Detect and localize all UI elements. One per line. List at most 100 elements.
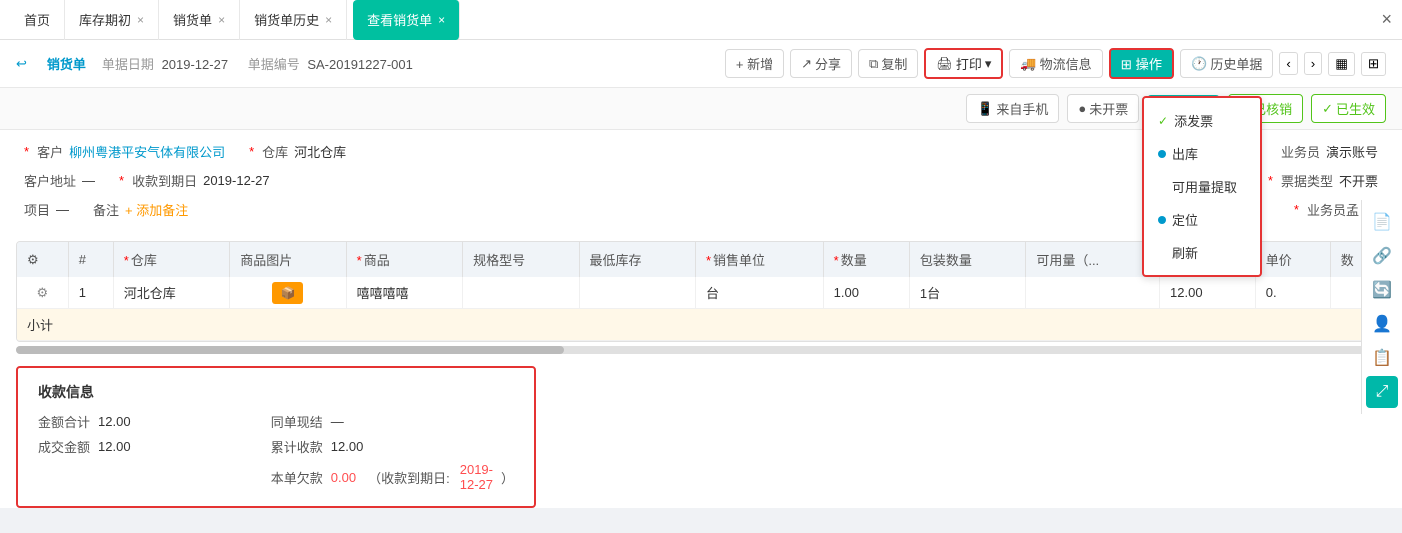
grid2-button[interactable]: ⊞ bbox=[1361, 52, 1386, 76]
dropdown-refresh[interactable]: 刷新 bbox=[1144, 236, 1260, 269]
tab-inventory-close[interactable]: × bbox=[137, 13, 144, 27]
row-unit: 台 bbox=[695, 277, 823, 309]
staff-label: 业务员 bbox=[1281, 142, 1320, 161]
subtotal-row: 小计 bbox=[17, 309, 1385, 341]
dropdown-outbound[interactable]: 出库 bbox=[1144, 137, 1260, 170]
tab-history-label: 销货单历史 bbox=[254, 10, 319, 29]
operation-button[interactable]: ⊞ 操作 bbox=[1109, 48, 1175, 79]
row-gear[interactable]: ⚙ bbox=[17, 277, 68, 309]
staff2-label: 业务员孟 bbox=[1307, 200, 1359, 219]
col-model: 规格型号 bbox=[463, 242, 579, 277]
add-note-button[interactable]: + 添加备注 bbox=[125, 200, 188, 219]
history-button[interactable]: 🕐 历史单据 bbox=[1180, 49, 1273, 78]
cumulative-value: 12.00 bbox=[331, 439, 364, 454]
tab-sales[interactable]: 销货单 × bbox=[159, 0, 240, 40]
print-icon: 🖨 bbox=[936, 56, 953, 72]
tab-inventory-label: 库存期初 bbox=[79, 10, 131, 29]
tab-inventory[interactable]: 库存期初 × bbox=[65, 0, 159, 40]
copy-button[interactable]: ⧉ 复制 bbox=[858, 49, 918, 78]
next-button[interactable]: › bbox=[1304, 52, 1322, 75]
tab-history[interactable]: 销货单历史 × bbox=[240, 0, 347, 40]
project-value: — bbox=[56, 202, 69, 217]
payment-grid: 金额合计 12.00 成交金额 12.00 同单现结 — 累计收款 12.00 bbox=[38, 412, 514, 492]
warehouse-required: * bbox=[249, 144, 254, 159]
logistics-button[interactable]: 🚚 物流信息 bbox=[1009, 49, 1102, 78]
right-panel: 📄 🔗 🔄 👤 📋 ⤢ bbox=[1361, 200, 1402, 414]
col-product: 商品 bbox=[346, 242, 462, 277]
payment-right: 同单现结 — 累计收款 12.00 本单欠款 0.00 （收款到期日: 2019… bbox=[271, 412, 514, 492]
side-icon-user[interactable]: 👤 bbox=[1366, 308, 1398, 340]
payment-date-value: 2019-12-27 bbox=[203, 173, 270, 188]
tab-home[interactable]: 首页 bbox=[10, 0, 65, 40]
print-dropdown-arrow[interactable]: ▾ bbox=[985, 56, 992, 72]
doc-icon: ↩ bbox=[16, 56, 27, 72]
staff-field: 业务员 演示账号 bbox=[1281, 142, 1378, 161]
ticket-type-field: * 票据类型 不开票 bbox=[1268, 171, 1378, 190]
effective-icon: ✓ bbox=[1322, 101, 1333, 117]
invoice-status-button[interactable]: ● 未开票 bbox=[1067, 94, 1139, 123]
side-icon-list[interactable]: 📋 bbox=[1366, 342, 1398, 374]
add-invoice-label: 添发票 bbox=[1174, 111, 1213, 130]
history-icon: 🕐 bbox=[1191, 56, 1207, 72]
cumulative-row: 累计收款 12.00 bbox=[271, 437, 514, 456]
date-label: 单据日期 bbox=[102, 57, 154, 72]
arrears-label: 本单欠款 bbox=[271, 468, 323, 487]
dropdown-add-invoice[interactable]: ✓ 添发票 bbox=[1144, 104, 1260, 137]
share-button[interactable]: ↗ 分享 bbox=[790, 49, 852, 78]
address-value: — bbox=[82, 173, 95, 188]
new-button[interactable]: + 新增 bbox=[725, 49, 784, 78]
amount-row: 金额合计 12.00 bbox=[38, 412, 231, 431]
tab-view-sales[interactable]: 查看销货单 × bbox=[353, 0, 460, 40]
customer-field: * 客户 柳州粤港平安气体有限公司 bbox=[24, 142, 225, 161]
transaction-label: 成交金额 bbox=[38, 437, 90, 456]
side-icon-expand[interactable]: ⤢ bbox=[1366, 376, 1398, 408]
col-unit: 销售单位 bbox=[695, 242, 823, 277]
ticket-value: 不开票 bbox=[1339, 171, 1378, 190]
row-available bbox=[1026, 277, 1160, 309]
window-close-btn[interactable]: × bbox=[1381, 9, 1392, 30]
cumulative-label: 累计收款 bbox=[271, 437, 323, 456]
remark-field: 备注 + 添加备注 bbox=[93, 200, 188, 219]
subtotal-label: 小计 bbox=[17, 309, 1385, 341]
grid1-button[interactable]: ▦ bbox=[1328, 52, 1355, 76]
arrears-value: 0.00 bbox=[331, 470, 356, 485]
dropdown-available-qty[interactable]: 可用量提取 bbox=[1144, 170, 1260, 203]
tab-history-close[interactable]: × bbox=[325, 13, 332, 27]
print-button[interactable]: 🖨 打印 ▾ bbox=[924, 48, 1003, 79]
side-icon-link[interactable]: 🔗 bbox=[1366, 240, 1398, 272]
side-icon-doc[interactable]: 📄 bbox=[1366, 206, 1398, 238]
col-quantity: 数量 bbox=[823, 242, 909, 277]
arrears-date: 2019-12-27 bbox=[460, 462, 493, 492]
side-icon-refresh[interactable]: 🔄 bbox=[1366, 274, 1398, 306]
project-label: 项目 bbox=[24, 200, 50, 219]
amount-value: 12.00 bbox=[98, 414, 131, 429]
row-stock: 12.00 bbox=[1160, 277, 1256, 309]
doc-title-row: ↩ 销货单 单据日期 2019-12-27 单据编号 SA-20191227-0… bbox=[16, 54, 425, 73]
transaction-row: 成交金额 12.00 bbox=[38, 437, 231, 456]
transaction-value: 12.00 bbox=[98, 439, 131, 454]
effective-button[interactable]: ✓ 已生效 bbox=[1311, 94, 1386, 123]
staff2-required: * bbox=[1294, 202, 1299, 217]
operation-dropdown: ✓ 添发票 出库 可用量提取 定位 刷新 bbox=[1142, 96, 1262, 277]
tab-home-label: 首页 bbox=[24, 10, 50, 29]
prev-button[interactable]: ‹ bbox=[1279, 52, 1297, 75]
settlement-label: 同单现结 bbox=[271, 412, 323, 431]
row-pack: 1台 bbox=[909, 277, 1025, 309]
customer-value[interactable]: 柳州粤港平安气体有限公司 bbox=[69, 142, 225, 161]
col-min-stock: 最低库存 bbox=[579, 242, 695, 277]
warehouse-label: 仓库 bbox=[262, 142, 288, 161]
dropdown-locate[interactable]: 定位 bbox=[1144, 203, 1260, 236]
doc-header: ↩ 销货单 单据日期 2019-12-27 单据编号 SA-20191227-0… bbox=[0, 40, 1402, 88]
tab-sales-label: 销货单 bbox=[173, 10, 212, 29]
scroll-bar[interactable] bbox=[16, 346, 1386, 354]
phone-button[interactable]: 📱 来自手机 bbox=[966, 94, 1059, 123]
customer-label: 客户 bbox=[37, 142, 63, 161]
tab-sales-close[interactable]: × bbox=[218, 13, 225, 27]
settlement-value: — bbox=[331, 414, 344, 429]
remark-label: 备注 bbox=[93, 200, 119, 219]
doc-meta: 单据日期 2019-12-27 单据编号 SA-20191227-001 bbox=[102, 54, 425, 73]
tab-view-sales-close[interactable]: × bbox=[438, 13, 445, 27]
scroll-thumb[interactable] bbox=[16, 346, 564, 354]
warehouse-field: * 仓库 河北仓库 bbox=[249, 142, 346, 161]
row-warehouse: 河北仓库 bbox=[113, 277, 229, 309]
